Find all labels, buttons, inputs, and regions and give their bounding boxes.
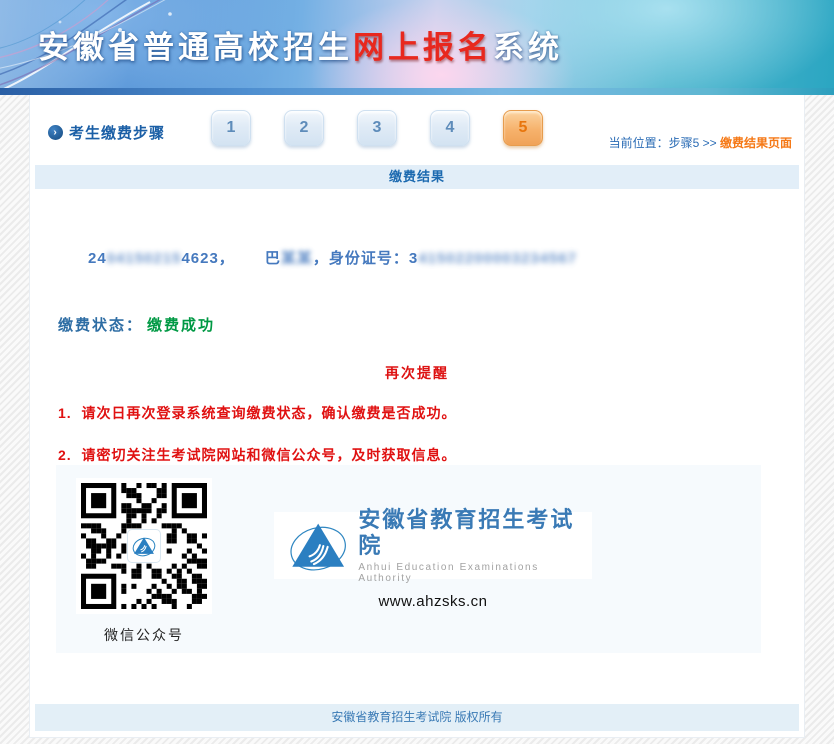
step-4[interactable]: 4 [430,110,470,146]
steps-label: › 考生缴费步骤 [48,122,165,143]
exam-no-redacted: 04150215 [107,250,182,267]
reminder-item-2: 2. 请密切关注生考试院网站和微信公众号，及时获取信息。 [58,445,456,465]
id-redacted: 41502200003234567 [418,250,577,267]
qr-section: 微信公众号 安徽省教育招生考试院 Anhui Education Examina… [56,465,761,653]
authority-logo: 安徽省教育招生考试院 Anhui Education Examinations … [274,512,592,579]
id-prefix: 3 [409,250,418,267]
authority-name-en: Anhui Education Examinations Authority [358,562,592,584]
payment-status-value: 缴费成功 [147,317,215,334]
app-title-part2: 系统 [493,30,563,65]
step-5-active[interactable]: 5 [503,110,543,146]
app-title-highlight: 网上报名 [353,30,493,65]
breadcrumb-current: 缴费结果页面 [720,136,792,150]
authority-name-cn: 安徽省教育招生考试院 [358,507,592,559]
steps-label-text: 考生缴费步骤 [69,122,165,143]
steps-row: › 考生缴费步骤 1 2 3 4 5 当前位置：步骤5 >> 缴费结果页面 [30,100,804,160]
payment-status-label: 缴费状态： [58,317,143,334]
section-title-bar: 缴费结果 [35,165,799,189]
app-title-part1: 安徽省普通高校招生 [38,30,353,65]
step-3[interactable]: 3 [357,110,397,146]
banner-bottom-strip [0,88,834,95]
reminder-title: 再次提醒 [30,363,804,383]
payment-status-line: 缴费状态：缴费成功 [58,314,215,335]
app-title: 安徽省普通高校招生网上报名系统 [38,22,563,67]
wechat-qr-code [76,478,212,614]
exam-no-prefix: 24 [88,250,107,267]
chevron-right-icon: › [48,125,63,140]
breadcrumb: 当前位置：步骤5 >> 缴费结果页面 [609,134,792,151]
banner: 安徽省普通高校招生网上报名系统 [0,0,834,88]
step-2[interactable]: 2 [284,110,324,146]
exam-no-suffix: 4623， [181,250,234,267]
authority-website: www.ahzsks.cn [274,593,592,610]
qr-center-logo-icon [127,529,161,563]
qr-label: 微信公众号 [104,625,184,645]
reminder-item-1: 1. 请次日再次登录系统查询缴费状态，确认缴费是否成功。 [58,403,456,423]
main-content: › 考生缴费步骤 1 2 3 4 5 当前位置：步骤5 >> 缴费结果页面 缴费… [29,95,805,738]
breadcrumb-prefix: 当前位置：步骤5 >> [609,136,717,150]
authority-name-block: 安徽省教育招生考试院 Anhui Education Examinations … [358,507,592,584]
candidate-name: 巴 [265,250,281,267]
candidate-name-redacted: 某某 [281,250,313,267]
authority-triangle-icon [288,518,348,574]
footer-copyright: 安徽省教育招生考试院 版权所有 [35,704,799,731]
id-label: ，身份证号： [313,250,409,267]
candidate-info-line: 24041502154623， 巴某某，身份证号：3415022000032345… [88,247,577,268]
step-1[interactable]: 1 [211,110,251,146]
